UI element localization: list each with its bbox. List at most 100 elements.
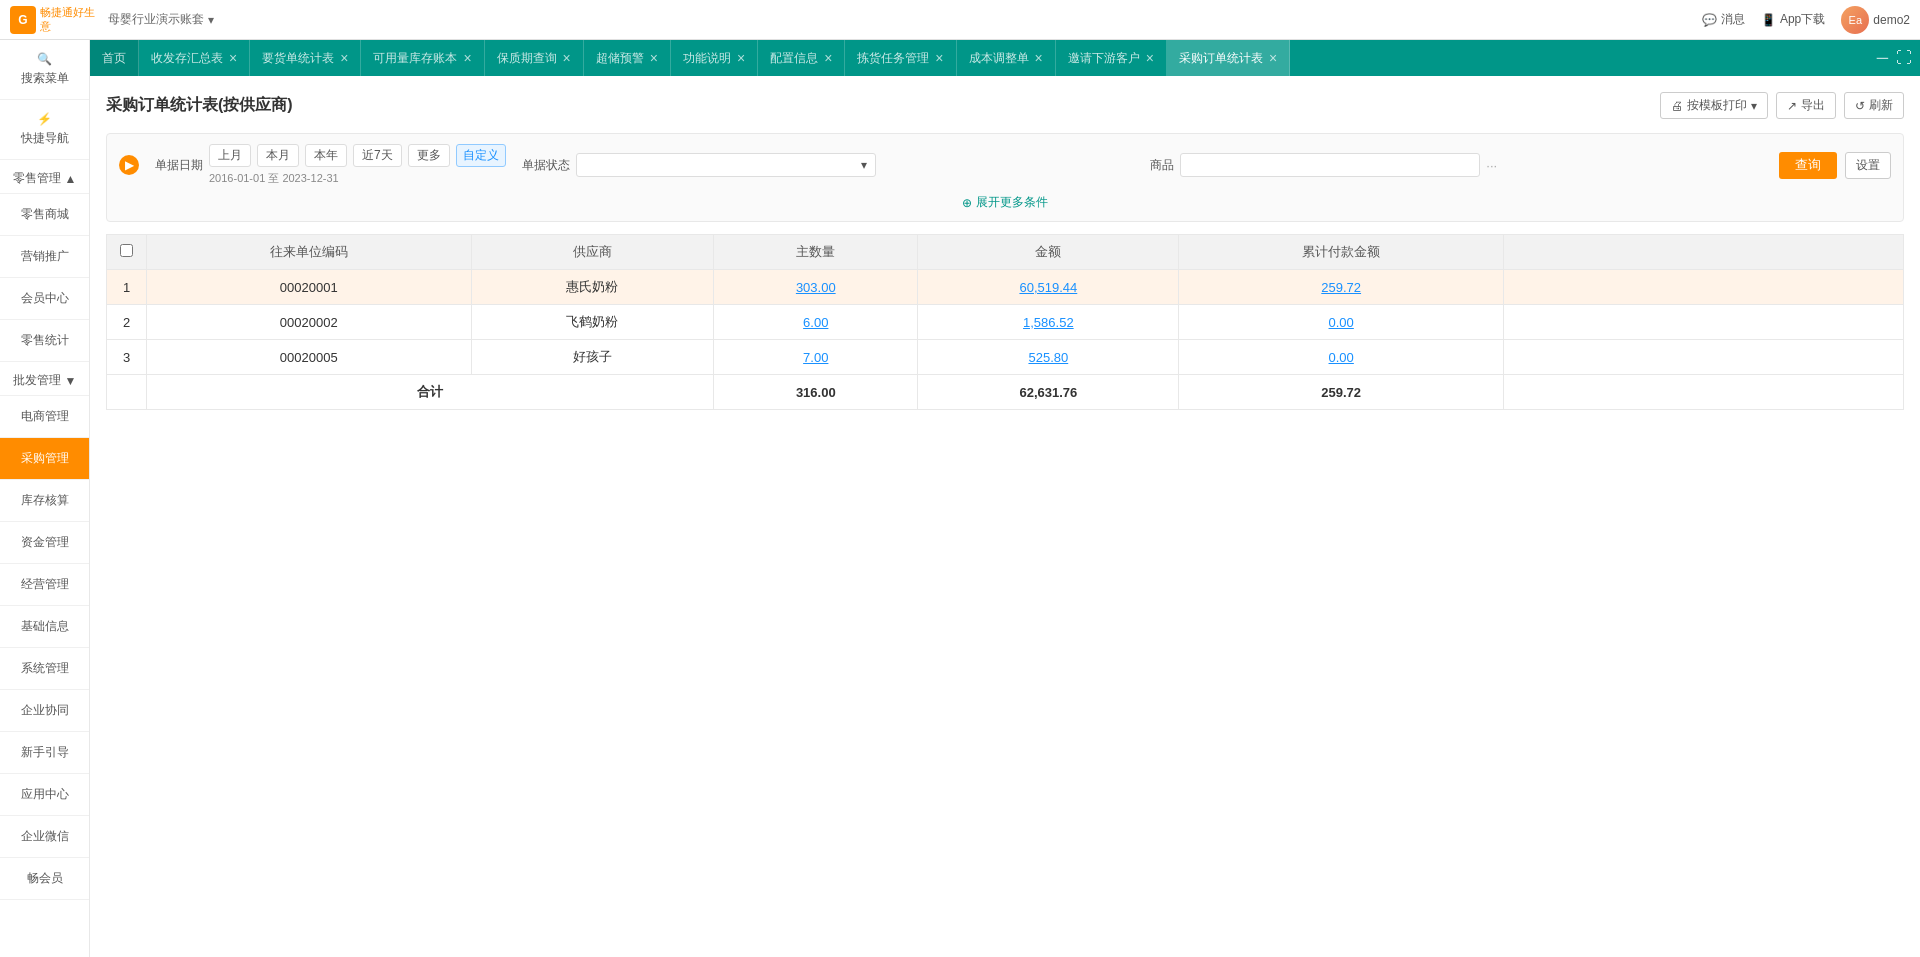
row-extra-3 [1504, 340, 1904, 375]
tab-config[interactable]: 配置信息 × [758, 40, 845, 76]
row-paid-3[interactable]: 0.00 [1179, 340, 1504, 375]
expand-more-btn[interactable]: ⊕ 展开更多条件 [962, 194, 1048, 211]
sidebar-item-inventory[interactable]: 库存核算 [0, 480, 89, 522]
tab-expiry[interactable]: 保质期查询 × [485, 40, 584, 76]
sidebar-item-member[interactable]: 会员中心 [0, 278, 89, 320]
sidebar-item-vip[interactable]: 畅会员 [0, 858, 89, 900]
tab-invite-downstream-close[interactable]: × [1146, 51, 1154, 65]
messages-btn[interactable]: 💬 消息 [1702, 11, 1745, 28]
settings-btn[interactable]: 设置 [1845, 152, 1891, 179]
tab-maximize-btn[interactable]: ⛶ [1896, 49, 1912, 67]
tab-picking-close[interactable]: × [935, 51, 943, 65]
sidebar-label-shortcut: 快捷导航 [21, 130, 69, 147]
row-amount-3[interactable]: 525.80 [918, 340, 1179, 375]
tab-expiry-label: 保质期查询 [497, 50, 557, 67]
tab-minimize-btn[interactable]: ─ [1877, 49, 1888, 67]
tab-function-desc[interactable]: 功能说明 × [671, 40, 758, 76]
date-filter-controls: 上月 本月 本年 近7天 更多 自定义 2016-01-01 至 2023-12… [209, 144, 506, 186]
refresh-label: 刷新 [1869, 97, 1893, 114]
sidebar-item-guide[interactable]: 新手引导 [0, 732, 89, 774]
username: demo2 [1873, 13, 1910, 27]
sidebar-item-shortcut[interactable]: ⚡ 快捷导航 [0, 100, 89, 160]
sidebar-item-purchase[interactable]: 采购管理 [0, 438, 89, 480]
date-btn-this-year[interactable]: 本年 [305, 144, 347, 167]
sidebar-item-finance[interactable]: 资金管理 [0, 522, 89, 564]
sidebar-item-search[interactable]: 🔍 搜索菜单 [0, 40, 89, 100]
tab-available-stock[interactable]: 可用量库存账本 × [361, 40, 484, 76]
sidebar-item-wholesale[interactable]: 批发管理 ▼ [0, 362, 89, 396]
row-qty-2[interactable]: 6.00 [714, 305, 918, 340]
tab-available-stock-close[interactable]: × [463, 51, 471, 65]
sidebar-item-system[interactable]: 系统管理 [0, 648, 89, 690]
date-btn-last-month[interactable]: 上月 [209, 144, 251, 167]
row-num-3: 3 [107, 340, 147, 375]
sidebar-item-retail-stat[interactable]: 零售统计 [0, 320, 89, 362]
tab-home[interactable]: 首页 [90, 40, 139, 76]
tab-receivable[interactable]: 收发存汇总表 × [139, 40, 250, 76]
tab-overstock-close[interactable]: × [650, 51, 658, 65]
sidebar-item-basics[interactable]: 基础信息 [0, 606, 89, 648]
sidebar-label-vip: 畅会员 [27, 870, 63, 887]
app-download-label: App下载 [1780, 11, 1825, 28]
tab-overstock[interactable]: 超储预警 × [584, 40, 671, 76]
sidebar-item-retail[interactable]: 零售管理 ▲ [0, 160, 89, 194]
row-supplier-2: 飞鹤奶粉 [471, 305, 714, 340]
sidebar-item-marketing[interactable]: 营销推广 [0, 236, 89, 278]
sidebar-item-ecommerce[interactable]: 电商管理 [0, 396, 89, 438]
date-btn-more[interactable]: 更多 [408, 144, 450, 167]
sidebar-item-retail-shop[interactable]: 零售商城 [0, 194, 89, 236]
row-amount-1[interactable]: 60,519.44 [918, 270, 1179, 305]
tab-config-close[interactable]: × [824, 51, 832, 65]
sidebar-label-purchase: 采购管理 [21, 450, 69, 467]
breadcrumb-text: 母婴行业演示账套 [108, 11, 204, 28]
date-filter-label: 单据日期 [155, 157, 203, 174]
tab-receivable-close[interactable]: × [229, 51, 237, 65]
sidebar-label-wholesale: 批发管理 [13, 372, 61, 389]
tab-cost-adjust-close[interactable]: × [1035, 51, 1043, 65]
date-btn-7days[interactable]: 近7天 [353, 144, 402, 167]
tab-purchase-stat[interactable]: 采购订单统计表 × [1167, 40, 1290, 76]
date-btn-custom[interactable]: 自定义 [456, 144, 506, 167]
tab-cost-adjust[interactable]: 成本调整单 × [957, 40, 1056, 76]
sidebar-item-apps[interactable]: 应用中心 [0, 774, 89, 816]
filter-action-btns: 查询 设置 [1779, 152, 1891, 179]
filter-status-item: 单据状态 ▾ [522, 153, 1135, 177]
footer-empty-1 [107, 375, 147, 410]
tab-goods-stat-close[interactable]: × [340, 51, 348, 65]
row-qty-3[interactable]: 7.00 [714, 340, 918, 375]
row-paid-2[interactable]: 0.00 [1179, 305, 1504, 340]
export-btn[interactable]: ↗ 导出 [1776, 92, 1836, 119]
tab-picking[interactable]: 拣货任务管理 × [845, 40, 956, 76]
refresh-btn[interactable]: ↺ 刷新 [1844, 92, 1904, 119]
sidebar-item-enterprise[interactable]: 企业协同 [0, 690, 89, 732]
tab-purchase-stat-close[interactable]: × [1269, 51, 1277, 65]
col-header-code: 往来单位编码 [147, 235, 472, 270]
status-filter-select[interactable]: ▾ [576, 153, 876, 177]
sidebar-item-wechat[interactable]: 企业微信 [0, 816, 89, 858]
select-all-checkbox[interactable] [120, 244, 133, 257]
row-amount-2[interactable]: 1,586.52 [918, 305, 1179, 340]
goods-filter-input[interactable] [1180, 153, 1480, 177]
expand-more-row: ⊕ 展开更多条件 [119, 194, 1891, 211]
tab-invite-downstream[interactable]: 邀请下游客户 × [1056, 40, 1167, 76]
tab-expiry-close[interactable]: × [563, 51, 571, 65]
user-area[interactable]: Ea demo2 [1841, 6, 1910, 34]
date-btn-this-month[interactable]: 本月 [257, 144, 299, 167]
print-btn[interactable]: 🖨 按模板打印 ▾ [1660, 92, 1768, 119]
filter-expand-arrow[interactable]: ▶ [119, 155, 139, 175]
query-btn[interactable]: 查询 [1779, 152, 1837, 179]
row-paid-1[interactable]: 259.72 [1179, 270, 1504, 305]
tab-goods-stat[interactable]: 要货单统计表 × [250, 40, 361, 76]
search-icon: 🔍 [37, 52, 52, 66]
tab-function-desc-close[interactable]: × [737, 51, 745, 65]
app-download-btn[interactable]: 📱 App下载 [1761, 11, 1825, 28]
logo-text: 畅捷通好生意 [40, 6, 100, 32]
row-qty-1[interactable]: 303.00 [714, 270, 918, 305]
sidebar-item-operations[interactable]: 经营管理 [0, 564, 89, 606]
page-title: 采购订单统计表(按供应商) [106, 95, 293, 116]
tab-goods-stat-label: 要货单统计表 [262, 50, 334, 67]
goods-more-icon[interactable]: ··· [1486, 158, 1497, 173]
goods-filter-label: 商品 [1150, 157, 1174, 174]
tab-purchase-stat-label: 采购订单统计表 [1179, 50, 1263, 67]
sidebar-label-search: 搜索菜单 [21, 70, 69, 87]
